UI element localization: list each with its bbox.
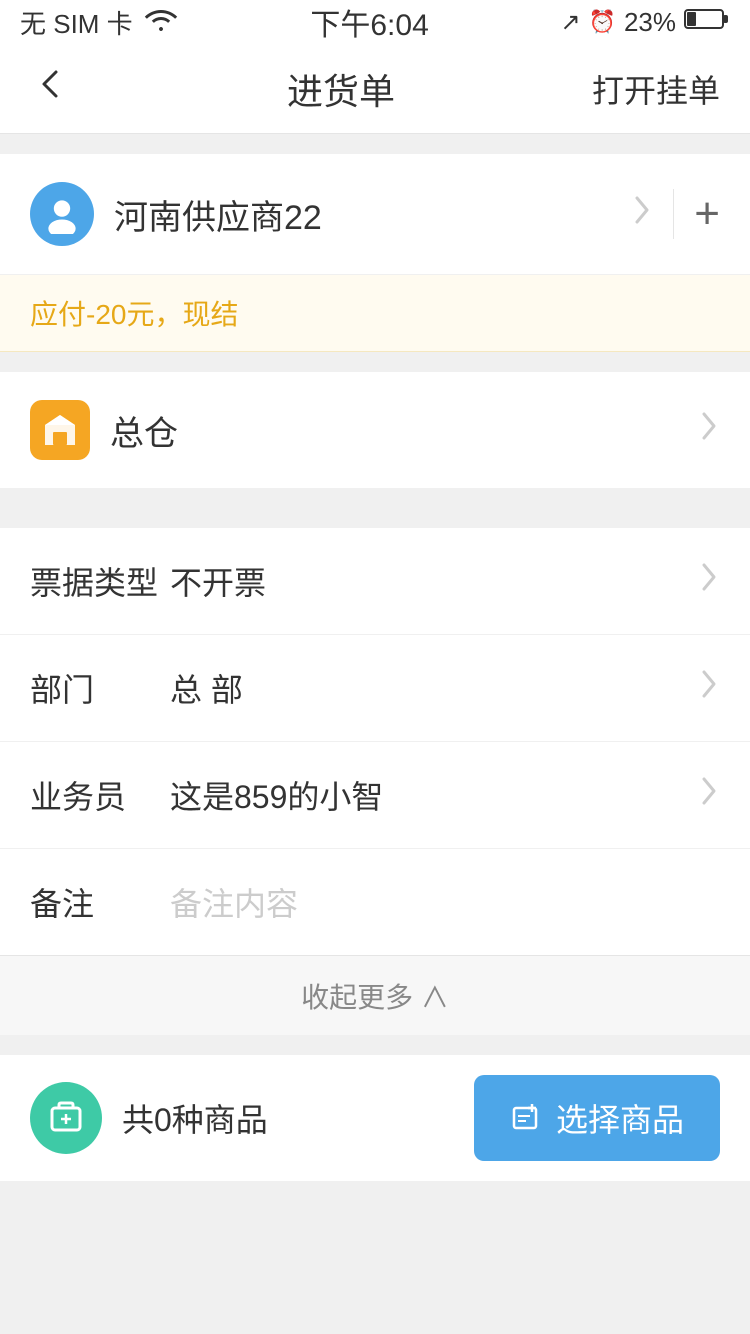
battery-icon	[684, 7, 730, 38]
department-label: 部门	[30, 665, 170, 711]
remark-input[interactable]: 备注内容	[170, 879, 720, 925]
status-bar-right: ↗ ⏰ 23%	[560, 7, 730, 38]
collapse-text: 收起更多 ∧	[301, 976, 449, 1016]
notice-text: 应付-20元，现结	[30, 299, 238, 330]
supplier-name: 河南供应商22	[114, 190, 629, 239]
ticket-type-label: 票据类型	[30, 558, 170, 604]
department-chevron-icon	[696, 666, 720, 710]
supplier-chevron-icon	[629, 192, 653, 237]
salesperson-value: 这是859的小智	[170, 772, 696, 818]
battery-percent: 23%	[624, 7, 676, 38]
sim-label: 无 SIM 卡	[20, 4, 133, 41]
remark-label: 备注	[30, 879, 170, 925]
salesperson-label: 业务员	[30, 772, 170, 818]
notice-bar: 应付-20元，现结	[0, 275, 750, 352]
department-value: 总 部	[170, 665, 696, 711]
section-gap-3	[0, 488, 750, 508]
status-bar-time: 下午6:04	[310, 0, 428, 44]
nav-bar: 进货单 打开挂单	[0, 44, 750, 134]
supplier-row[interactable]: 河南供应商22 +	[0, 154, 750, 275]
product-icon	[30, 1082, 102, 1154]
form-section: 票据类型 不开票 部门 总 部 业务员 这是859的小智	[0, 528, 750, 1035]
add-supplier-button[interactable]: +	[673, 189, 720, 239]
main-content: 河南供应商22 + 应付-20元，现结 总仓	[0, 134, 750, 1334]
open-pending-button[interactable]: 打开挂单	[592, 66, 720, 112]
department-row[interactable]: 部门 总 部	[0, 634, 750, 741]
status-bar: 无 SIM 卡 下午6:04 ↗ ⏰ 23%	[0, 0, 750, 44]
warehouse-name: 总仓	[110, 406, 696, 455]
product-count: 共0种商品	[122, 1095, 474, 1141]
ticket-type-value: 不开票	[170, 558, 696, 604]
select-product-button[interactable]: 选择商品	[474, 1075, 720, 1161]
warehouse-icon	[30, 400, 90, 460]
select-product-label: 选择商品	[556, 1095, 684, 1141]
supplier-card: 河南供应商22 + 应付-20元，现结	[0, 154, 750, 352]
wifi-icon	[143, 5, 179, 40]
location-icon: ↗	[560, 8, 580, 37]
page-title: 进货单	[287, 63, 395, 115]
product-bar: 共0种商品 选择商品	[0, 1055, 750, 1181]
supplier-avatar	[30, 182, 94, 246]
salesperson-row[interactable]: 业务员 这是859的小智	[0, 741, 750, 848]
warehouse-row[interactable]: 总仓	[0, 372, 750, 488]
warehouse-card: 总仓	[0, 372, 750, 488]
alarm-icon: ⏰	[589, 9, 616, 35]
ticket-type-chevron-icon	[696, 559, 720, 603]
remark-row[interactable]: 备注 备注内容	[0, 848, 750, 955]
section-gap-1	[0, 134, 750, 154]
ticket-type-row[interactable]: 票据类型 不开票	[0, 528, 750, 634]
status-bar-left: 无 SIM 卡	[20, 4, 179, 41]
warehouse-chevron-icon	[696, 408, 720, 452]
collapse-bar[interactable]: 收起更多 ∧	[0, 955, 750, 1035]
back-button[interactable]	[30, 64, 90, 114]
section-gap-2	[0, 352, 750, 372]
salesperson-chevron-icon	[696, 773, 720, 817]
